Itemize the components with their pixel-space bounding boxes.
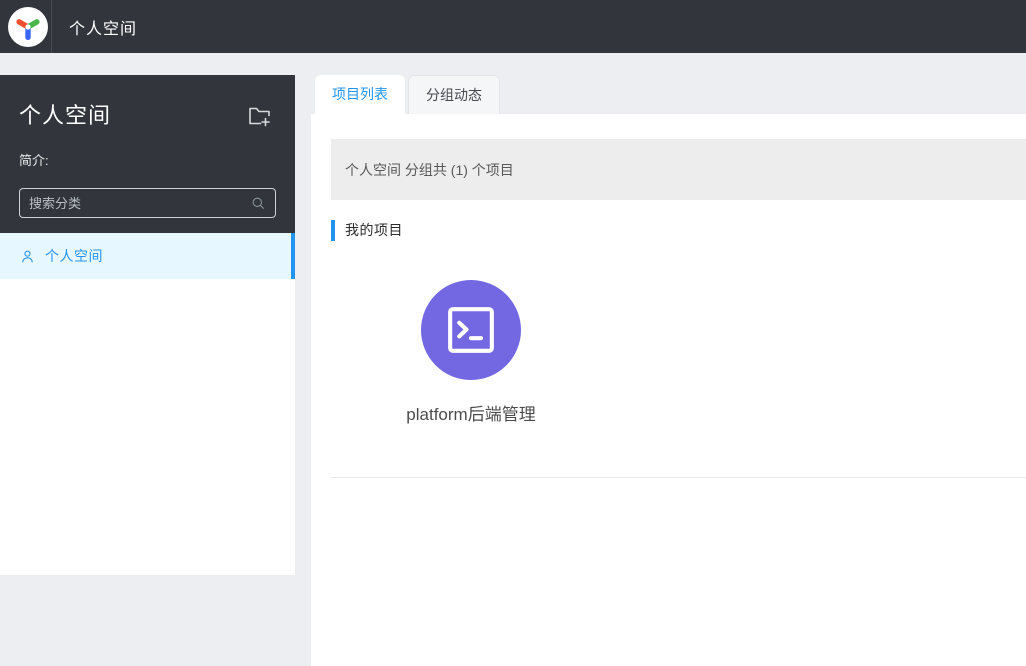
tab-content: 个人空间 分组共 (1) 个项目 我的项目 platform后端管理: [311, 114, 1026, 666]
y-logo-icon: [8, 7, 48, 47]
project-card[interactable]: platform后端管理: [380, 280, 562, 425]
group-sidebar: 个人空间 简介: 搜索分类 个人空间: [0, 75, 295, 575]
search-icon[interactable]: [250, 195, 266, 211]
folder-add-icon: [247, 104, 272, 128]
add-group-button[interactable]: [246, 103, 272, 129]
section-title: 我的项目: [345, 222, 403, 238]
user-icon: [20, 249, 35, 264]
tab-group-activity[interactable]: 分组动态: [408, 75, 500, 114]
content-divider: [331, 477, 1026, 478]
topbar-divider: [51, 0, 52, 53]
section-accent-bar: [331, 219, 335, 241]
group-summary-text: 个人空间 分组共 (1) 个项目: [345, 161, 514, 178]
search-input[interactable]: [29, 195, 250, 211]
group-intro-label: 简介:: [19, 153, 49, 168]
group-list: 个人空间: [0, 233, 295, 575]
sidebar-header-panel: 个人空间 简介:: [0, 75, 295, 233]
topbar-title: 个人空间: [69, 20, 138, 38]
section-header: 我的项目: [331, 219, 1026, 241]
search-box: [19, 188, 276, 218]
sidebar-item-label: 个人空间: [45, 248, 103, 264]
app-logo[interactable]: [8, 6, 48, 47]
tab-project-list[interactable]: 项目列表: [315, 75, 405, 114]
terminal-code-icon: [442, 301, 500, 359]
main-area: 项目列表 分组动态 个人空间 分组共 (1) 个项目 我的项目 platform…: [311, 75, 1026, 666]
sidebar-item-personal-space[interactable]: 个人空间: [0, 233, 295, 279]
project-name: platform后端管理: [406, 405, 536, 424]
top-navbar: 个人空间: [0, 0, 1026, 53]
tab-bar: 项目列表 分组动态: [311, 75, 1026, 114]
sidebar-title: 个人空间: [19, 103, 112, 128]
project-avatar: [421, 280, 521, 380]
page-body: 个人空间 简介: 搜索分类 个人空间 项目列表 分组动态 个人空间 分组共 (1…: [0, 53, 1026, 666]
group-summary-banner: 个人空间 分组共 (1) 个项目: [331, 139, 1026, 200]
